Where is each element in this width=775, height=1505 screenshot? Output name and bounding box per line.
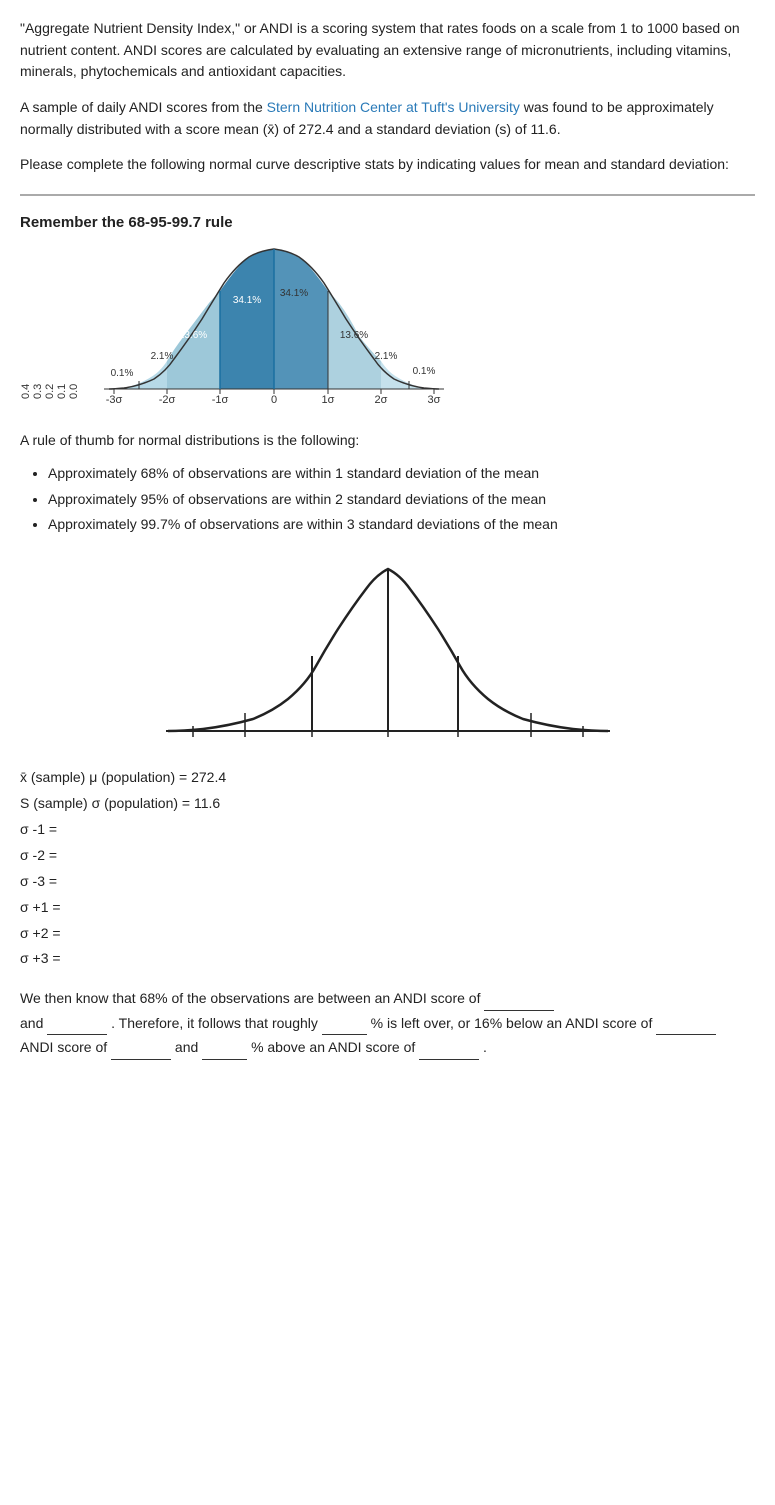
svg-text:34.1%: 34.1% [280,288,308,299]
chart-inner: 0.1% 2.1% 13.6% 34.1% 34.1% 13.6% 2.1% 0… [84,241,755,416]
svg-text:0.1%: 0.1% [413,366,436,377]
svg-text:-1σ: -1σ [212,394,229,406]
blank-percent2[interactable] [202,1044,247,1060]
bell-chart-container: 0.4 0.3 0.2 0.1 0.0 [20,241,755,416]
stats-line6: σ +1 = [20,895,755,921]
intro-text3: Please complete the following normal cur… [20,156,729,172]
conclusion-text5: and [175,1039,198,1055]
blank-andi-score5[interactable] [419,1044,479,1060]
conclusion-text2: and [20,1015,43,1031]
svg-text:0: 0 [271,394,277,406]
stats-line5: σ -3 = [20,869,755,895]
blank-andi-score1[interactable] [484,995,554,1011]
svg-text:2.1%: 2.1% [375,351,398,362]
svg-text:-3σ: -3σ [106,394,123,406]
conclusion-text4: % is left over, or 16% below an ANDI sco… [371,1015,653,1031]
svg-text:13.6%: 13.6% [179,330,207,341]
svg-text:2.1%: 2.1% [151,351,174,362]
blank-andi-score2[interactable] [47,1019,107,1035]
stats-line3: σ -1 = [20,817,755,843]
large-bell-container [20,551,755,751]
stats-line7: σ +2 = [20,921,755,947]
intro-para3: Please complete the following normal cur… [20,154,755,176]
bell-curve-svg: 0.1% 2.1% 13.6% 34.1% 34.1% 13.6% 2.1% 0… [84,241,464,416]
rule-section: Remember the 68-95-99.7 rule 0.4 0.3 0.2… [20,214,755,416]
svg-text:1σ: 1σ [322,394,335,406]
intro-text1: "Aggregate Nutrient Density Index," or A… [20,20,740,79]
stats-block: x̄ (sample) μ (population) = 272.4 S (sa… [20,765,755,972]
svg-text:-2σ: -2σ [159,394,176,406]
intro-para1: "Aggregate Nutrient Density Index," or A… [20,18,755,83]
svg-text:2σ: 2σ [375,394,388,406]
andi-score-label: ANDI score of [20,1039,107,1055]
svg-text:3σ: 3σ [428,394,441,406]
section-divider [20,194,755,196]
large-bell-svg [138,551,638,751]
bullet-68: Approximately 68% of observations are wi… [48,462,755,486]
stern-nutrition-link[interactable]: Stern Nutrition Center at Tuft's Univers… [267,99,520,115]
blank-andi-score3[interactable] [656,1019,716,1035]
bullet-95: Approximately 95% of observations are wi… [48,488,755,512]
blank-andi-score4[interactable] [111,1044,171,1060]
conclusion-period: . [483,1039,487,1055]
conclusion-text6: % above an ANDI score of [251,1039,415,1055]
blank-percent1[interactable] [322,1019,367,1035]
stats-line1: x̄ (sample) μ (population) = 272.4 [20,765,755,791]
rule-section-title: Remember the 68-95-99.7 rule [20,214,755,231]
stats-line2: S (sample) σ (population) = 11.6 [20,791,755,817]
conclusion-section: We then know that 68% of the observation… [20,986,755,1060]
svg-text:0.1%: 0.1% [111,368,134,379]
stats-line4: σ -2 = [20,843,755,869]
y-axis-labels: 0.4 0.3 0.2 0.1 0.0 [20,241,80,401]
stats-line8: σ +3 = [20,946,755,972]
svg-text:13.6%: 13.6% [340,330,368,341]
intro-text2a: A sample of daily ANDI scores from the [20,99,267,115]
bullet-997: Approximately 99.7% of observations are … [48,513,755,537]
svg-text:34.1%: 34.1% [233,295,261,306]
conclusion-text1: We then know that 68% of the observation… [20,990,480,1006]
rule-bullet-list: Approximately 68% of observations are wi… [48,462,755,537]
rule-of-thumb-intro: A rule of thumb for normal distributions… [20,430,755,452]
intro-para2: A sample of daily ANDI scores from the S… [20,97,755,140]
conclusion-text3: . Therefore, it follows that roughly [111,1015,318,1031]
